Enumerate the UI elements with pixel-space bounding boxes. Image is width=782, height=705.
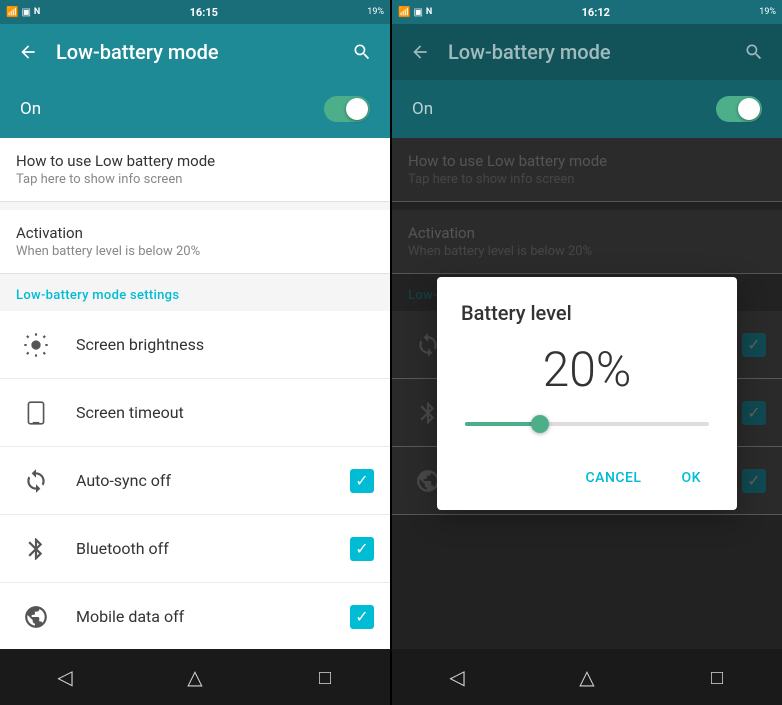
dialog-actions: CANCEL OK (461, 454, 713, 502)
left-panel: 📶 ▣ N 16:15 19% Low-battery mode On (0, 0, 390, 705)
toggle-switch-left[interactable] (324, 96, 370, 122)
info-title-left: How to use Low battery mode (16, 152, 374, 170)
activation-section-left[interactable]: Activation When battery level is below 2… (0, 210, 390, 274)
status-icons-left: 📶 ▣ N (6, 7, 40, 18)
nav-recent-left[interactable]: □ (295, 657, 355, 697)
autosync-checkbox[interactable]: ✓ (350, 469, 374, 493)
app-bar-title-left: Low-battery mode (56, 40, 350, 64)
dialog-title: Battery level (461, 301, 713, 325)
status-time-right: 16:12 (582, 6, 610, 19)
ok-button[interactable]: OK (670, 462, 714, 494)
dialog-value: 20% (461, 341, 713, 398)
toggle-knob-left (346, 98, 368, 120)
bluetooth-label: Bluetooth off (76, 539, 350, 558)
content-right: How to use Low battery mode Tap here to … (392, 138, 782, 649)
toggle-knob-right (738, 98, 760, 120)
toggle-row-left: On (0, 80, 390, 138)
setting-autosync[interactable]: Auto-sync off ✓ (0, 447, 390, 515)
mobile-data-checkbox[interactable]: ✓ (350, 605, 374, 629)
app-bar-left: Low-battery mode (0, 24, 390, 80)
dialog-overlay: Battery level 20% CANCEL OK (392, 138, 782, 649)
settings-header-left: Low-battery mode settings (0, 274, 390, 311)
status-icon-nfc-right: N (426, 7, 432, 17)
nav-back-right[interactable]: ◁ (427, 657, 487, 697)
nav-back-left[interactable]: ◁ (35, 657, 95, 697)
slider-track (465, 422, 709, 426)
info-subtitle-left: Tap here to show info screen (16, 172, 374, 187)
back-button-right[interactable] (408, 40, 432, 64)
search-button-left[interactable] (350, 40, 374, 64)
dialog-slider-container[interactable] (461, 422, 713, 426)
activation-title-left: Activation (16, 224, 374, 242)
slider-thumb[interactable] (531, 415, 549, 433)
nav-recent-right[interactable]: □ (687, 657, 747, 697)
status-icon-signal-right: 📶 (398, 7, 410, 18)
bluetooth-checkbox[interactable]: ✓ (350, 537, 374, 561)
status-battery-left: 19% (367, 7, 384, 17)
screen-timeout-icon (16, 393, 56, 433)
app-bar-right: Low-battery mode (392, 24, 782, 80)
toggle-row-right: On (392, 80, 782, 138)
setting-mobile-data[interactable]: Mobile data off ✓ (0, 583, 390, 649)
brightness-icon (16, 325, 56, 365)
toggle-switch-right[interactable] (716, 96, 762, 122)
autosync-label: Auto-sync off (76, 471, 350, 490)
battery-pct-right: 19% (759, 7, 776, 17)
nav-home-left[interactable]: △ (165, 657, 225, 697)
toggle-label-right: On (412, 99, 433, 119)
setting-screen-timeout[interactable]: Screen timeout (0, 379, 390, 447)
nav-home-right[interactable]: △ (557, 657, 617, 697)
cancel-button[interactable]: CANCEL (574, 462, 654, 494)
activation-subtitle-left: When battery level is below 20% (16, 244, 374, 259)
right-panel: 📶 ▣ N 16:12 19% Low-battery mode On (392, 0, 782, 705)
app-bar-title-right: Low-battery mode (448, 40, 742, 64)
mobile-data-label: Mobile data off (76, 607, 350, 626)
setting-bluetooth[interactable]: Bluetooth off ✓ (0, 515, 390, 583)
slider-fill (465, 422, 533, 426)
globe-icon (16, 597, 56, 637)
battery-pct-left: 19% (367, 7, 384, 17)
status-icons-right: 📶 ▣ N (398, 7, 432, 18)
content-left: How to use Low battery mode Tap here to … (0, 138, 390, 649)
status-icon-signal: 📶 (6, 7, 18, 18)
bluetooth-icon (16, 529, 56, 569)
status-bar-left: 📶 ▣ N 16:15 19% (0, 0, 390, 24)
search-button-right[interactable] (742, 40, 766, 64)
battery-level-dialog: Battery level 20% CANCEL OK (437, 277, 737, 510)
setting-brightness[interactable]: Screen brightness (0, 311, 390, 379)
back-button-left[interactable] (16, 40, 40, 64)
sync-icon (16, 461, 56, 501)
bottom-nav-left: ◁ △ □ (0, 649, 390, 705)
status-time-left: 16:15 (190, 6, 218, 19)
bottom-nav-right: ◁ △ □ (392, 649, 782, 705)
screen-timeout-label: Screen timeout (76, 403, 374, 422)
info-section-left[interactable]: How to use Low battery mode Tap here to … (0, 138, 390, 202)
status-icon-nfc: N (34, 7, 40, 17)
status-icon-wifi: ▣ (21, 7, 30, 18)
toggle-label-left: On (20, 99, 41, 119)
brightness-label: Screen brightness (76, 335, 374, 354)
status-icon-wifi-right: ▣ (413, 7, 422, 18)
status-battery-right: 19% (759, 7, 776, 17)
status-bar-right: 📶 ▣ N 16:12 19% (392, 0, 782, 24)
